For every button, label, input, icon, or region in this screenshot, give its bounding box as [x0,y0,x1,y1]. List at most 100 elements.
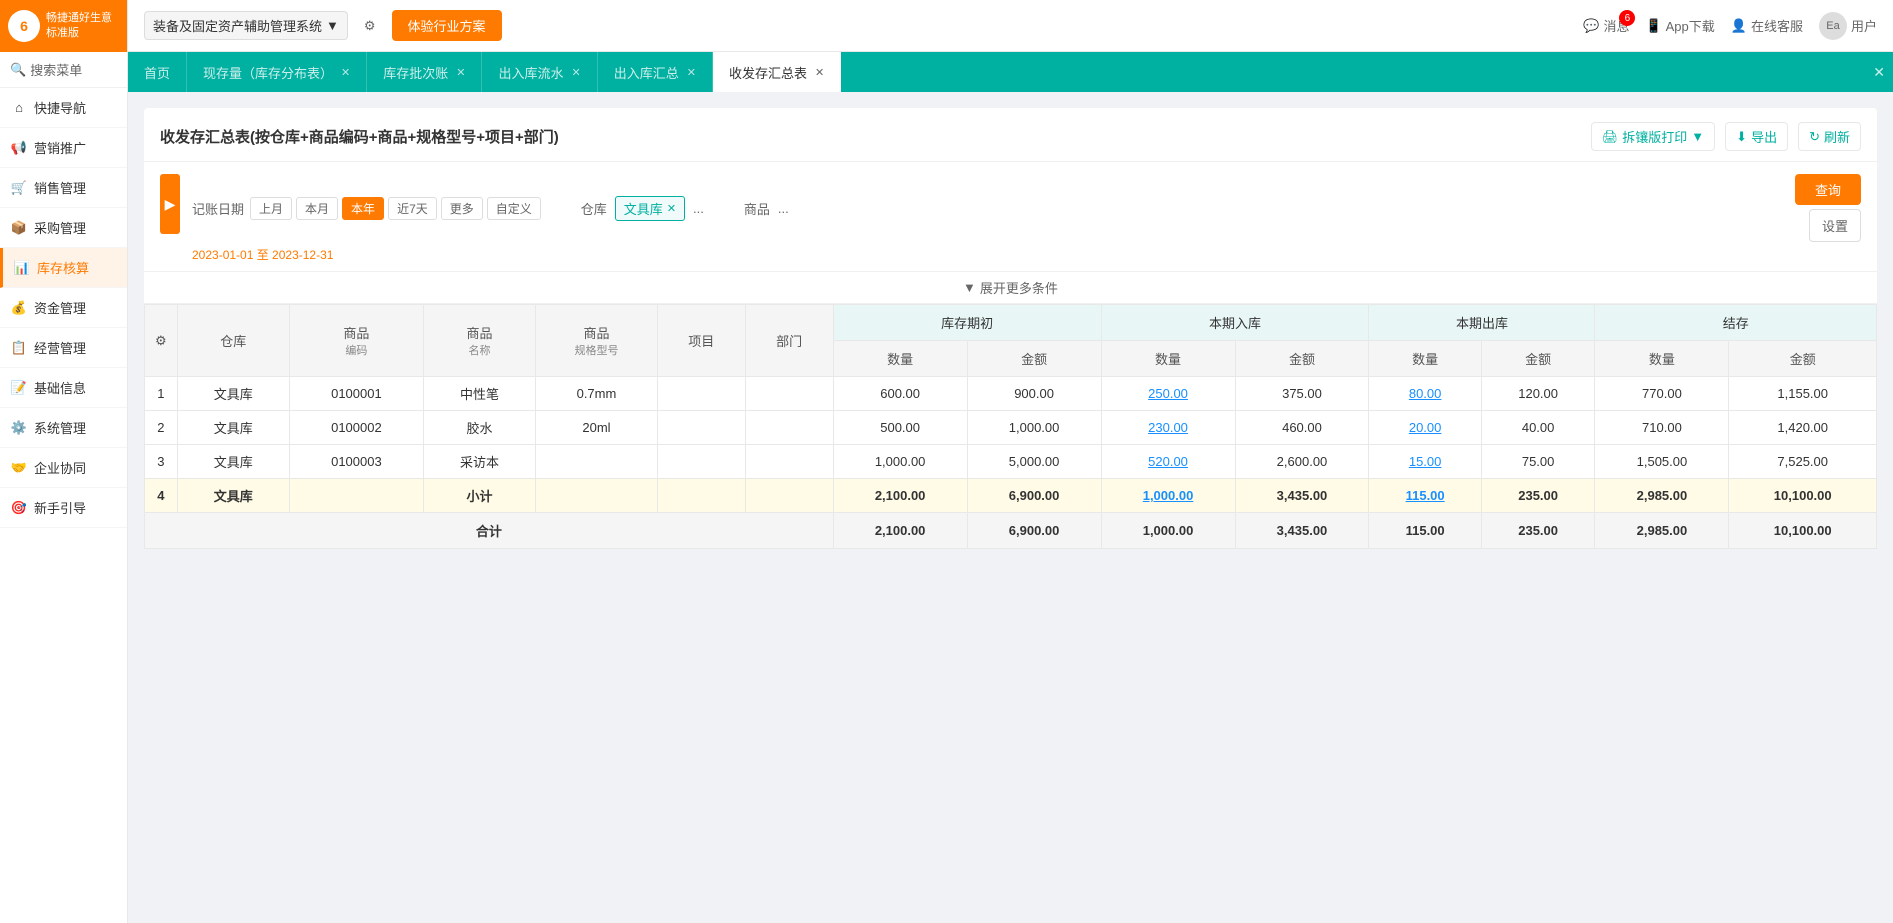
sidebar-item-marketing[interactable]: 📢 营销推广 [0,128,127,168]
sidebar-item-quick-nav[interactable]: ⌂ 快捷导航 [0,88,127,128]
tab-recv-send[interactable]: 收发存汇总表 ✕ [713,52,841,92]
goods-filter: 商品 ... [744,199,789,218]
main-card: 收发存汇总表(按仓库+商品编码+商品+规格型号+项目+部门) 🖨 拆镶版打印 ▼… [144,108,1877,549]
data-table: ⚙ 仓库 商品编码 商品名称 商品规格型号 项目 部门 库存期初 本期入库 本期… [144,304,1877,549]
row-out-qty[interactable]: 15.00 [1369,445,1481,479]
warehouse-tag-close[interactable]: ✕ [667,202,676,215]
finance-icon: 💰 [10,299,28,317]
filter-toggle-btn[interactable]: ▶ [160,174,180,234]
export-btn[interactable]: ⬇ 导出 [1725,122,1788,151]
sidebar-item-newbie[interactable]: 🎯 新手引导 [0,488,127,528]
col-in-qty: 数量 [1101,341,1235,377]
row-out-qty[interactable]: 20.00 [1369,411,1481,445]
date-range-display: 2023-01-01 至 2023-12-31 [192,248,333,262]
tab-batch[interactable]: 库存批次账 ✕ [367,52,482,92]
footer-out-amt: 235.00 [1481,513,1595,549]
row-open-qty: 500.00 [833,411,967,445]
tab-inout-flow[interactable]: 出入库流水 ✕ [482,52,597,92]
tab-home[interactable]: 首页 [128,52,187,92]
footer-open-qty: 2,100.00 [833,513,967,549]
gear-icon[interactable]: ⚙ [360,14,380,38]
row-goods-code: 0100002 [289,411,423,445]
message-icon: 💬 [1583,18,1599,34]
row-out-amt: 40.00 [1481,411,1595,445]
tab-inout-summary[interactable]: 出入库汇总 ✕ [598,52,713,92]
settings-button[interactable]: 设置 [1809,209,1861,242]
user-menu[interactable]: Ea 用户 [1819,12,1877,40]
row-warehouse: 文具库 [177,377,289,411]
tab-inventory-dist[interactable]: 现存量（库存分布表） ✕ [187,52,367,92]
tab-bar-close-icon[interactable]: ✕ [1873,64,1885,81]
date-btn-custom[interactable]: 自定义 [487,197,541,220]
expand-filter-row[interactable]: ▼ 展开更多条件 [144,272,1877,304]
tab-close-recv-send[interactable]: ✕ [815,66,824,79]
footer-in-amt: 3,435.00 [1235,513,1369,549]
date-btn-7days[interactable]: 近7天 [388,197,437,220]
col-dept: 部门 [745,305,833,377]
refresh-btn[interactable]: ↻ 刷新 [1798,122,1861,151]
row-goods-spec: 20ml [536,411,658,445]
col-opening-group: 库存期初 [833,305,1101,341]
row-out-qty[interactable]: 115.00 [1369,479,1481,513]
row-close-amt: 10,100.00 [1729,479,1877,513]
row-in-qty[interactable]: 1,000.00 [1101,479,1235,513]
refresh-icon: ↻ [1809,129,1820,145]
col-open-qty: 数量 [833,341,967,377]
row-in-qty[interactable]: 520.00 [1101,445,1235,479]
app-download-btn[interactable]: 📱 App下载 [1645,16,1714,35]
row-goods-name: 中性笔 [423,377,535,411]
row-out-amt: 75.00 [1481,445,1595,479]
tab-bar: 首页 现存量（库存分布表） ✕ 库存批次账 ✕ 出入库流水 ✕ 出入库汇总 ✕ … [128,52,1893,92]
sidebar-logo: 6 畅捷通好生意 标准版 [0,0,127,52]
goods-more[interactable]: ... [778,201,789,216]
sidebar-item-operations[interactable]: 📋 经营管理 [0,328,127,368]
footer-close-qty: 2,985.00 [1595,513,1729,549]
row-open-amt: 5,000.00 [967,445,1101,479]
main-area: 装备及固定资产辅助管理系统 ▼ ⚙ 体验行业方案 💬 消息 6 📱 App下载 … [128,0,1893,923]
row-no: 2 [145,411,178,445]
row-in-qty[interactable]: 230.00 [1101,411,1235,445]
date-btn-this-year[interactable]: 本年 [342,197,384,220]
col-project: 项目 [657,305,745,377]
sidebar-item-system[interactable]: ⚙️ 系统管理 [0,408,127,448]
date-btn-more[interactable]: 更多 [441,197,483,220]
sidebar-item-finance[interactable]: 💰 资金管理 [0,288,127,328]
row-goods-name: 小计 [423,479,535,513]
system-selector[interactable]: 装备及固定资产辅助管理系统 ▼ [144,11,348,40]
search-menu[interactable]: 🔍 搜索菜单 [0,52,127,88]
sidebar-item-basic[interactable]: 📝 基础信息 [0,368,127,408]
tab-close-inout-summary[interactable]: ✕ [687,66,696,79]
message-btn[interactable]: 💬 消息 6 [1583,16,1629,35]
sidebar-item-purchase[interactable]: 📦 采购管理 [0,208,127,248]
col-settings[interactable]: ⚙ [145,305,178,377]
row-close-amt: 1,420.00 [1729,411,1877,445]
sidebar-item-inventory[interactable]: 📊 库存核算 [0,248,127,288]
sidebar-item-sales[interactable]: 🛒 销售管理 [0,168,127,208]
row-close-qty: 710.00 [1595,411,1729,445]
sales-icon: 🛒 [10,179,28,197]
row-goods-spec [536,479,658,513]
online-support-btn[interactable]: 👤 在线客服 [1731,16,1803,35]
row-out-amt: 235.00 [1481,479,1595,513]
date-btn-last-month[interactable]: 上月 [250,197,292,220]
experience-btn[interactable]: 体验行业方案 [392,10,502,41]
warehouse-more[interactable]: ... [693,201,704,216]
sidebar: 6 畅捷通好生意 标准版 🔍 搜索菜单 ⌂ 快捷导航 📢 营销推广 🛒 销售管理… [0,0,128,923]
message-badge: 6 [1619,10,1635,26]
date-btn-this-month[interactable]: 本月 [296,197,338,220]
footer-in-qty: 1,000.00 [1101,513,1235,549]
col-warehouse: 仓库 [177,305,289,377]
row-close-amt: 1,155.00 [1729,377,1877,411]
tab-close-inventory-dist[interactable]: ✕ [341,66,350,79]
query-button[interactable]: 查询 [1795,174,1861,205]
support-icon: 👤 [1731,18,1747,34]
col-out-amt: 金额 [1481,341,1595,377]
tab-close-batch[interactable]: ✕ [456,66,465,79]
tab-close-inout-flow[interactable]: ✕ [572,66,581,79]
sidebar-item-enterprise[interactable]: 🤝 企业协同 [0,448,127,488]
row-open-amt: 6,900.00 [967,479,1101,513]
row-in-qty[interactable]: 250.00 [1101,377,1235,411]
row-out-qty[interactable]: 80.00 [1369,377,1481,411]
print-btn[interactable]: 🖨 拆镶版打印 ▼ [1591,122,1715,151]
col-close-qty: 数量 [1595,341,1729,377]
